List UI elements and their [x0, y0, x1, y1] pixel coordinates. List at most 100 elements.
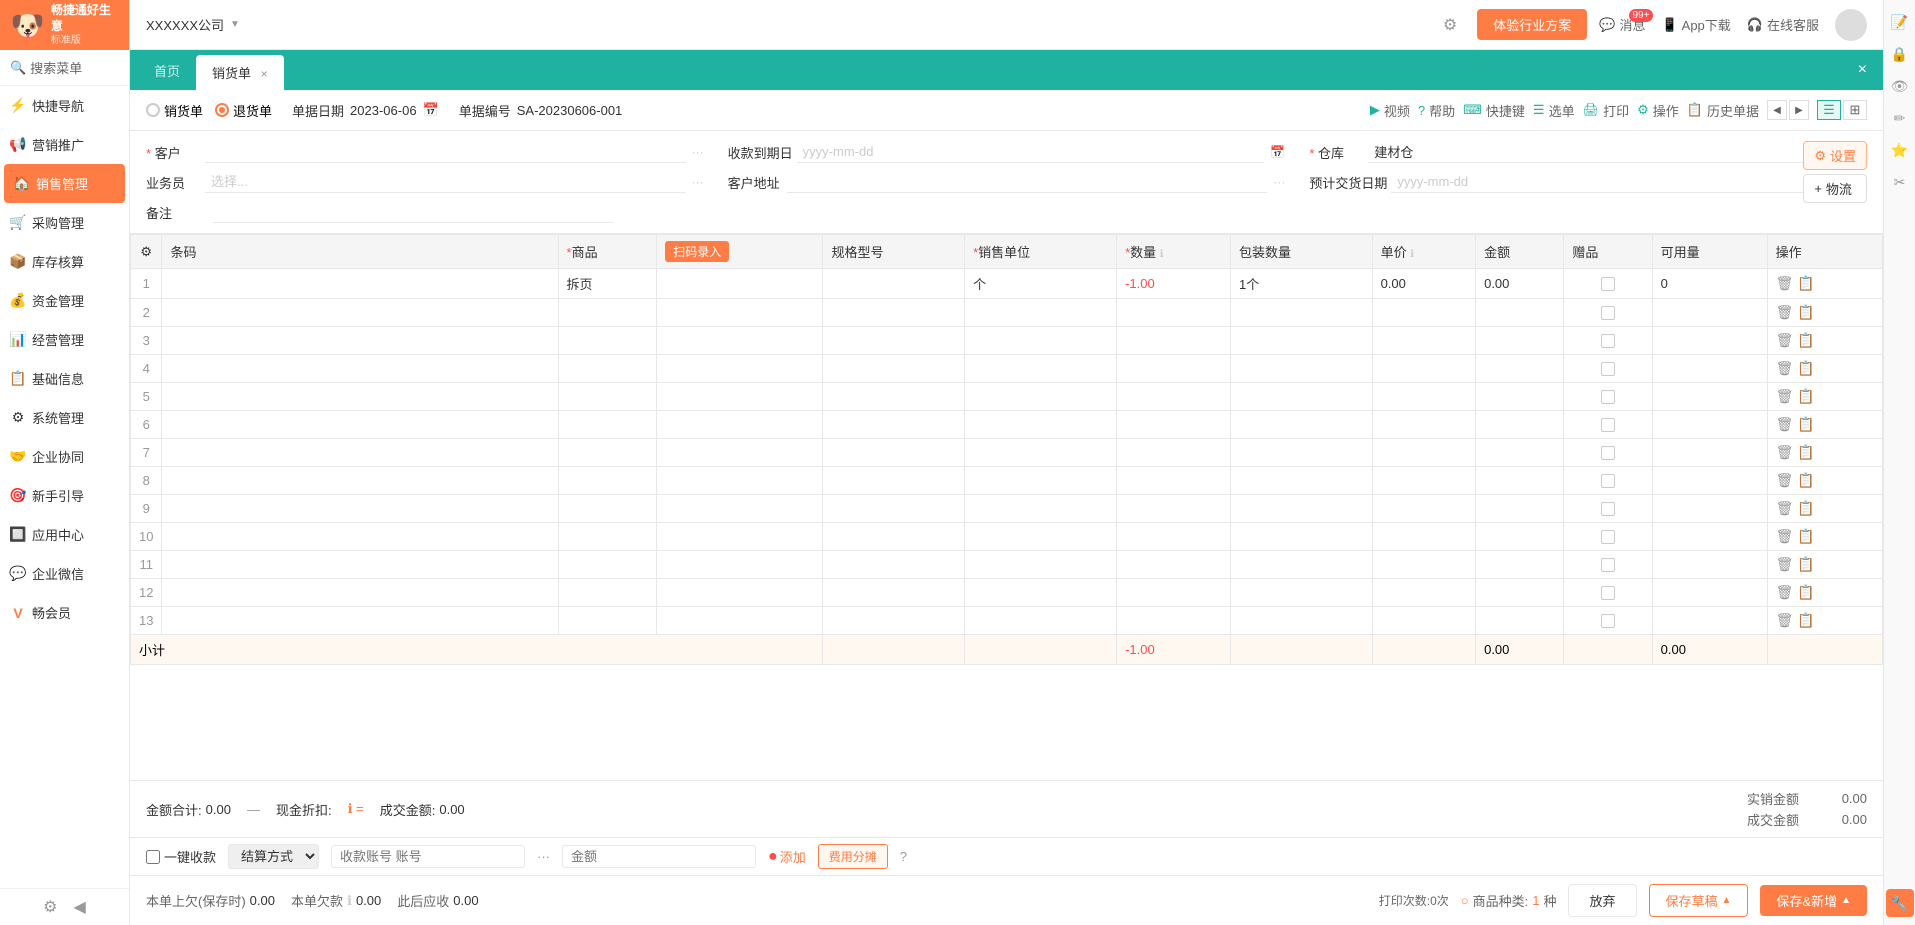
- prev-arrow[interactable]: ◀: [1767, 100, 1787, 120]
- receive-date-input[interactable]: [797, 141, 1265, 163]
- gift-checkbox[interactable]: [1601, 614, 1615, 628]
- rp-eye-icon[interactable]: 👁: [1886, 72, 1914, 100]
- topbar-gear-icon[interactable]: ⚙: [1443, 15, 1457, 35]
- delete-icon[interactable]: 🗑: [1776, 332, 1794, 349]
- delete-icon[interactable]: 🗑: [1776, 528, 1794, 545]
- gift-checkbox[interactable]: [1601, 530, 1615, 544]
- settings-bottom-icon[interactable]: ⚙: [43, 897, 57, 917]
- sidebar-item-business[interactable]: 📊 经营管理: [0, 320, 129, 359]
- collapse-icon[interactable]: ◀: [74, 897, 86, 917]
- rp-orange-icon[interactable]: 🔧: [1886, 889, 1914, 917]
- cell-barcode[interactable]: [162, 299, 558, 327]
- user-avatar[interactable]: [1835, 9, 1867, 41]
- tab-area-close-icon[interactable]: ×: [1850, 61, 1875, 79]
- equals-btn[interactable]: ℹ =: [348, 801, 364, 817]
- video-btn[interactable]: ▶ 视频: [1370, 101, 1410, 120]
- logistics-btn[interactable]: + 物流: [1803, 174, 1867, 203]
- delete-icon[interactable]: 🗑: [1776, 500, 1794, 517]
- cell-barcode[interactable]: [162, 579, 558, 607]
- expected-delivery-input[interactable]: [1391, 171, 1846, 193]
- cell-barcode[interactable]: [162, 467, 558, 495]
- rp-star-icon[interactable]: ⭐: [1886, 136, 1914, 164]
- delete-icon[interactable]: 🗑: [1776, 304, 1794, 321]
- customer-addr-dots[interactable]: ···: [1273, 175, 1285, 189]
- tab-home[interactable]: 首页: [138, 53, 196, 88]
- tab-close-icon[interactable]: ×: [261, 67, 268, 81]
- product-type-check[interactable]: ○: [1461, 893, 1469, 908]
- rp-scissors-icon[interactable]: ✂: [1886, 168, 1914, 196]
- sidebar-item-finance[interactable]: 💰 资金管理: [0, 281, 129, 320]
- one-click-checkbox[interactable]: [146, 850, 160, 864]
- gift-checkbox[interactable]: [1601, 558, 1615, 572]
- app-download-btn[interactable]: 📱 App下载: [1661, 15, 1730, 34]
- customer-input[interactable]: [205, 141, 686, 163]
- delete-icon[interactable]: 🗑: [1776, 275, 1794, 292]
- pay-dots[interactable]: ···: [537, 849, 550, 864]
- sidebar-search[interactable]: 🔍 搜索菜单: [0, 50, 129, 86]
- copy-icon[interactable]: 📋: [1797, 275, 1814, 292]
- operation-btn[interactable]: ⚙ 操作: [1637, 101, 1679, 120]
- gift-checkbox[interactable]: [1601, 474, 1615, 488]
- copy-icon[interactable]: 📋: [1797, 556, 1814, 573]
- gift-checkbox[interactable]: [1601, 277, 1615, 291]
- print-btn[interactable]: 🖨 打印: [1583, 101, 1630, 120]
- shortcut-btn[interactable]: ⌨ 快捷键: [1463, 101, 1525, 120]
- gift-checkbox[interactable]: [1601, 362, 1615, 376]
- delete-icon[interactable]: 🗑: [1776, 416, 1794, 433]
- delete-icon[interactable]: 🗑: [1776, 388, 1794, 405]
- sidebar-item-purchase[interactable]: 🛒 采购管理: [0, 203, 129, 242]
- total-debt-info-icon[interactable]: ℹ: [347, 893, 352, 909]
- discard-btn[interactable]: 放弃: [1568, 884, 1636, 917]
- cell-barcode[interactable]: [162, 495, 558, 523]
- customer-dots[interactable]: ···: [692, 145, 704, 159]
- company-selector[interactable]: XXXXXX公司 ▼: [146, 15, 1431, 34]
- list-view-btn[interactable]: ☰: [1817, 100, 1841, 120]
- cell-barcode[interactable]: [162, 551, 558, 579]
- gift-checkbox[interactable]: [1601, 334, 1615, 348]
- warehouse-input[interactable]: [1368, 141, 1849, 163]
- sidebar-item-guide[interactable]: 🎯 新手引导: [0, 476, 129, 515]
- cell-barcode[interactable]: [162, 383, 558, 411]
- delete-icon[interactable]: 🗑: [1776, 360, 1794, 377]
- customer-addr-input[interactable]: [787, 171, 1268, 193]
- fee-split-btn[interactable]: 费用分摊: [818, 844, 888, 869]
- cell-barcode[interactable]: [162, 607, 558, 635]
- next-arrow[interactable]: ▶: [1789, 100, 1809, 120]
- gift-checkbox[interactable]: [1601, 418, 1615, 432]
- save-draft-btn[interactable]: 保存草稿 ▲: [1649, 884, 1749, 917]
- cell-barcode[interactable]: [162, 269, 558, 299]
- copy-icon[interactable]: 📋: [1797, 360, 1814, 377]
- sidebar-item-collab[interactable]: 🤝 企业协同: [0, 437, 129, 476]
- pay-method-select[interactable]: 结算方式: [228, 844, 319, 869]
- copy-icon[interactable]: 📋: [1797, 388, 1814, 405]
- sidebar-item-marketing[interactable]: 📢 营销推广: [0, 125, 129, 164]
- cell-barcode[interactable]: [162, 439, 558, 467]
- date-calendar-icon[interactable]: 📅: [423, 102, 439, 118]
- qty-info-icon[interactable]: ℹ: [1160, 249, 1164, 260]
- delete-icon[interactable]: 🗑: [1776, 584, 1794, 601]
- receive-date-calendar-icon[interactable]: 📅: [1270, 145, 1285, 159]
- select-btn[interactable]: ☰ 选单: [1533, 101, 1575, 120]
- copy-icon[interactable]: 📋: [1797, 472, 1814, 489]
- sidebar-item-basic[interactable]: 📋 基础信息: [0, 359, 129, 398]
- sidebar-item-wechat[interactable]: 💬 企业微信: [0, 554, 129, 593]
- sidebar-item-member[interactable]: V 畅会员: [0, 593, 129, 632]
- remark-input[interactable]: [213, 201, 613, 223]
- copy-icon[interactable]: 📋: [1797, 416, 1814, 433]
- help-btn[interactable]: ? 帮助: [1418, 101, 1455, 120]
- price-info-icon[interactable]: ℹ: [1410, 249, 1414, 260]
- th-gear[interactable]: ⚙: [131, 235, 162, 269]
- history-btn[interactable]: 📋 历史单据: [1687, 101, 1759, 120]
- gift-checkbox[interactable]: [1601, 306, 1615, 320]
- delete-icon[interactable]: 🗑: [1776, 444, 1794, 461]
- payment-help-icon[interactable]: ?: [900, 849, 907, 864]
- rp-pen-icon[interactable]: ✏: [1886, 104, 1914, 132]
- rp-lock-icon[interactable]: 🔒: [1886, 40, 1914, 68]
- copy-icon[interactable]: 📋: [1797, 304, 1814, 321]
- pay-amount-input[interactable]: [562, 845, 756, 868]
- sidebar-item-inventory[interactable]: 📦 库存核算: [0, 242, 129, 281]
- delete-icon[interactable]: 🗑: [1776, 472, 1794, 489]
- sidebar-item-nav[interactable]: ⚡ 快捷导航: [0, 86, 129, 125]
- sidebar-item-system[interactable]: ⚙ 系统管理: [0, 398, 129, 437]
- sidebar-item-apps[interactable]: 🔲 应用中心: [0, 515, 129, 554]
